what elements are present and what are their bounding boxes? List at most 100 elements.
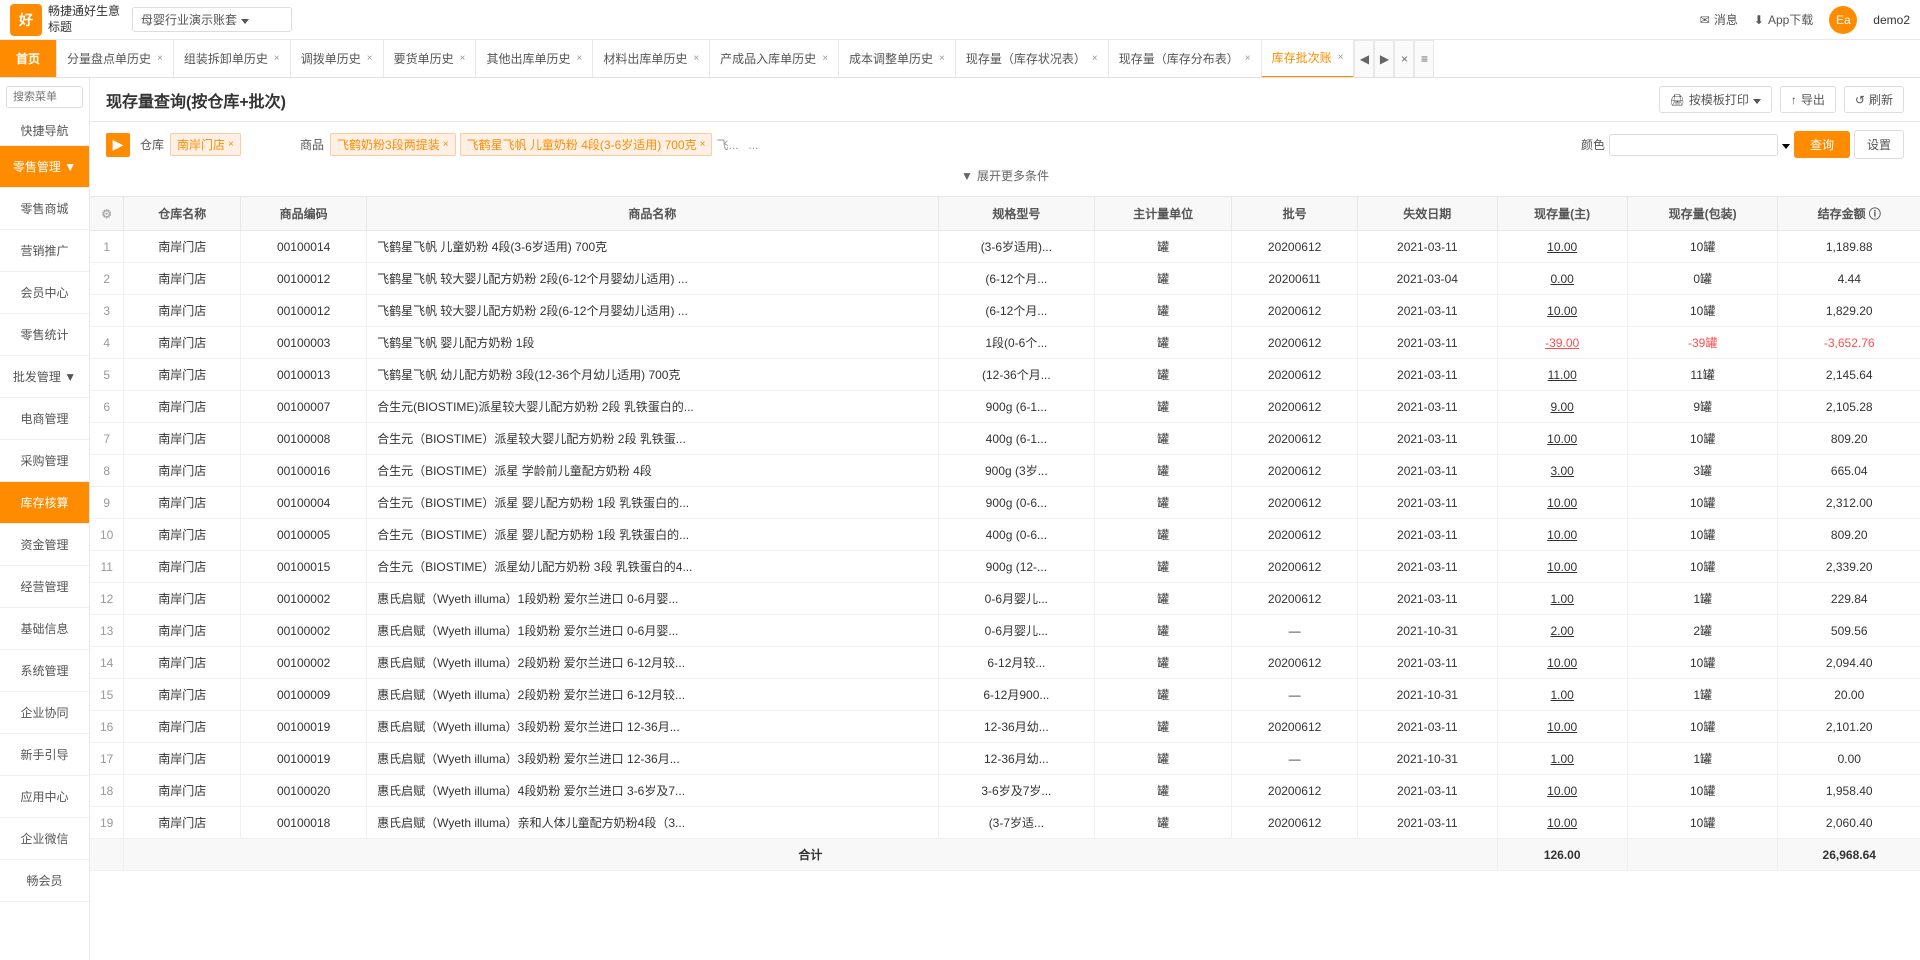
sidebar-item-appstore[interactable]: 应用中心 xyxy=(0,776,89,818)
nav-scroll-left[interactable]: ◀ xyxy=(1354,40,1374,78)
row-expire: 2021-10-31 xyxy=(1358,743,1497,775)
tab-zuhe[interactable]: 组装拆卸单历史 × xyxy=(174,40,291,78)
sidebar-item-wholesale[interactable]: 批发管理 ▼ xyxy=(0,356,89,398)
sidebar-item-member[interactable]: 会员中心 xyxy=(0,272,89,314)
row-amount: 2,060.40 xyxy=(1778,807,1920,839)
sidebar-item-member2[interactable]: 畅会员 xyxy=(0,860,89,902)
product-tag-2-close[interactable]: × xyxy=(700,139,706,150)
row-qty-main[interactable]: 2.00 xyxy=(1497,615,1627,647)
row-qty-main[interactable]: 10.00 xyxy=(1497,551,1627,583)
message-icon: ✉ xyxy=(1700,13,1710,27)
tab-xianzun2[interactable]: 现存量（库存分布表） × xyxy=(1109,40,1262,78)
row-qty-main[interactable]: 10.00 xyxy=(1497,647,1627,679)
tab-close[interactable]: × xyxy=(367,53,373,64)
setting-button[interactable]: 设置 xyxy=(1854,130,1904,159)
org-selector[interactable]: 母婴行业演示账套 xyxy=(132,7,292,32)
row-qty-main[interactable]: 10.00 xyxy=(1497,423,1627,455)
tab-close[interactable]: × xyxy=(576,53,582,64)
product-tag-1-close[interactable]: × xyxy=(443,139,449,150)
tab-close[interactable]: × xyxy=(460,53,466,64)
row-code: 00100008 xyxy=(241,423,367,455)
row-qty-main[interactable]: 9.00 xyxy=(1497,391,1627,423)
expand-more-button[interactable]: ▼ 展开更多条件 xyxy=(106,163,1904,188)
row-qty-main[interactable]: 0.00 xyxy=(1497,263,1627,295)
nav-close-tab[interactable]: × xyxy=(1394,40,1414,78)
search-input[interactable] xyxy=(6,86,83,108)
sidebar-item-finance[interactable]: 资金管理 xyxy=(0,524,89,566)
sidebar-item-purchase[interactable]: 采购管理 xyxy=(0,440,89,482)
row-qty-main[interactable]: 1.00 xyxy=(1497,743,1627,775)
tab-close[interactable]: × xyxy=(1338,52,1344,63)
row-batch: 20200612 xyxy=(1232,775,1358,807)
tab-diaob[interactable]: 调拨单历史 × xyxy=(291,40,384,78)
warehouse-tag-close[interactable]: × xyxy=(228,139,234,150)
sidebar-item-basic[interactable]: 基础信息 xyxy=(0,608,89,650)
tab-xianzun1[interactable]: 现存量（库存状况表） × xyxy=(956,40,1109,78)
tab-close[interactable]: × xyxy=(693,53,699,64)
export-button[interactable]: ↑ 导出 xyxy=(1780,86,1836,113)
sidebar-item-retail[interactable]: 零售管理 ▼ xyxy=(0,146,89,188)
tab-fenpan[interactable]: 分量盘点单历史 × xyxy=(57,40,174,78)
tab-close[interactable]: × xyxy=(1092,53,1098,64)
row-warehouse: 南岸门店 xyxy=(124,679,241,711)
row-batch: 20200611 xyxy=(1232,263,1358,295)
row-qty-main[interactable]: 10.00 xyxy=(1497,487,1627,519)
tab-close[interactable]: × xyxy=(939,53,945,64)
row-qty-pack: 10罐 xyxy=(1627,487,1778,519)
quick-nav[interactable]: 快捷导航 xyxy=(0,116,89,146)
sidebar-item-collab[interactable]: 企业协同 xyxy=(0,692,89,734)
search-button[interactable]: 查询 xyxy=(1794,131,1850,158)
row-amount: 20.00 xyxy=(1778,679,1920,711)
product-more[interactable]: 飞... xyxy=(716,136,738,153)
row-name: 合生元（BIOSTIME）派星 婴儿配方奶粉 1段 乳铁蛋白的... xyxy=(367,487,939,519)
color-select[interactable] xyxy=(1609,134,1778,156)
tab-qitachu[interactable]: 其他出库单历史 × xyxy=(476,40,593,78)
sidebar-item-retail-mall[interactable]: 零售商城 xyxy=(0,188,89,230)
row-qty-main[interactable]: 1.00 xyxy=(1497,583,1627,615)
warehouse-tag: 南岸门店 × xyxy=(170,133,241,156)
tab-yaohuo[interactable]: 要货单历史 × xyxy=(384,40,477,78)
sidebar-item-retail-stats[interactable]: 零售统计 xyxy=(0,314,89,356)
row-qty-main[interactable]: 10.00 xyxy=(1497,519,1627,551)
tab-close[interactable]: × xyxy=(157,53,163,64)
row-qty-main[interactable]: 11.00 xyxy=(1497,359,1627,391)
row-number: 13 xyxy=(90,615,124,647)
row-qty-main[interactable]: -39.00 xyxy=(1497,327,1627,359)
row-amount: 1,829.20 xyxy=(1778,295,1920,327)
row-code: 00100014 xyxy=(241,231,367,263)
row-qty-main[interactable]: 1.00 xyxy=(1497,679,1627,711)
tab-chengben[interactable]: 成本调整单历史 × xyxy=(839,40,956,78)
message-button[interactable]: ✉ 消息 xyxy=(1700,11,1738,28)
sidebar-item-system[interactable]: 系统管理 xyxy=(0,650,89,692)
row-qty-main[interactable]: 10.00 xyxy=(1497,711,1627,743)
nav-more[interactable]: ≡ xyxy=(1414,40,1434,78)
row-qty-main[interactable]: 10.00 xyxy=(1497,295,1627,327)
sidebar-item-wechat[interactable]: 企业微信 xyxy=(0,818,89,860)
row-spec: 6-12月较... xyxy=(938,647,1094,679)
tab-close[interactable]: × xyxy=(822,53,828,64)
sidebar-item-ops[interactable]: 经营管理 xyxy=(0,566,89,608)
tab-home[interactable]: 首页 xyxy=(0,40,57,78)
sidebar-item-marketing[interactable]: 营销推广 xyxy=(0,230,89,272)
tab-close[interactable]: × xyxy=(274,53,280,64)
sidebar-item-guide[interactable]: 新手引导 xyxy=(0,734,89,776)
row-qty-main[interactable]: 10.00 xyxy=(1497,775,1627,807)
row-qty-main[interactable]: 10.00 xyxy=(1497,807,1627,839)
nav-scroll-right[interactable]: ▶ xyxy=(1374,40,1394,78)
sidebar-item-ecom[interactable]: 电商管理 xyxy=(0,398,89,440)
refresh-button[interactable]: ↺ 刷新 xyxy=(1844,86,1904,113)
product-dots[interactable]: ... xyxy=(748,138,758,152)
col-settings[interactable]: ⚙ xyxy=(90,197,124,231)
avatar[interactable]: Ea xyxy=(1829,6,1857,34)
tab-cailiao[interactable]: 材料出库单历史 × xyxy=(593,40,710,78)
row-unit: 罐 xyxy=(1095,391,1232,423)
tab-kucun[interactable]: 库存批次账 × xyxy=(1262,40,1355,78)
app-download-button[interactable]: ⬇ App下载 xyxy=(1754,11,1813,28)
tab-chanpin[interactable]: 产成品入库单历史 × xyxy=(710,40,839,78)
tab-close[interactable]: × xyxy=(1245,53,1251,64)
sidebar-item-inventory[interactable]: 库存核算 xyxy=(0,482,89,524)
print-button[interactable]: 🖨 按模板打印 xyxy=(1659,86,1772,113)
row-qty-main[interactable]: 10.00 xyxy=(1497,231,1627,263)
filter-expand-button[interactable]: ▶ xyxy=(106,133,130,157)
row-qty-main[interactable]: 3.00 xyxy=(1497,455,1627,487)
